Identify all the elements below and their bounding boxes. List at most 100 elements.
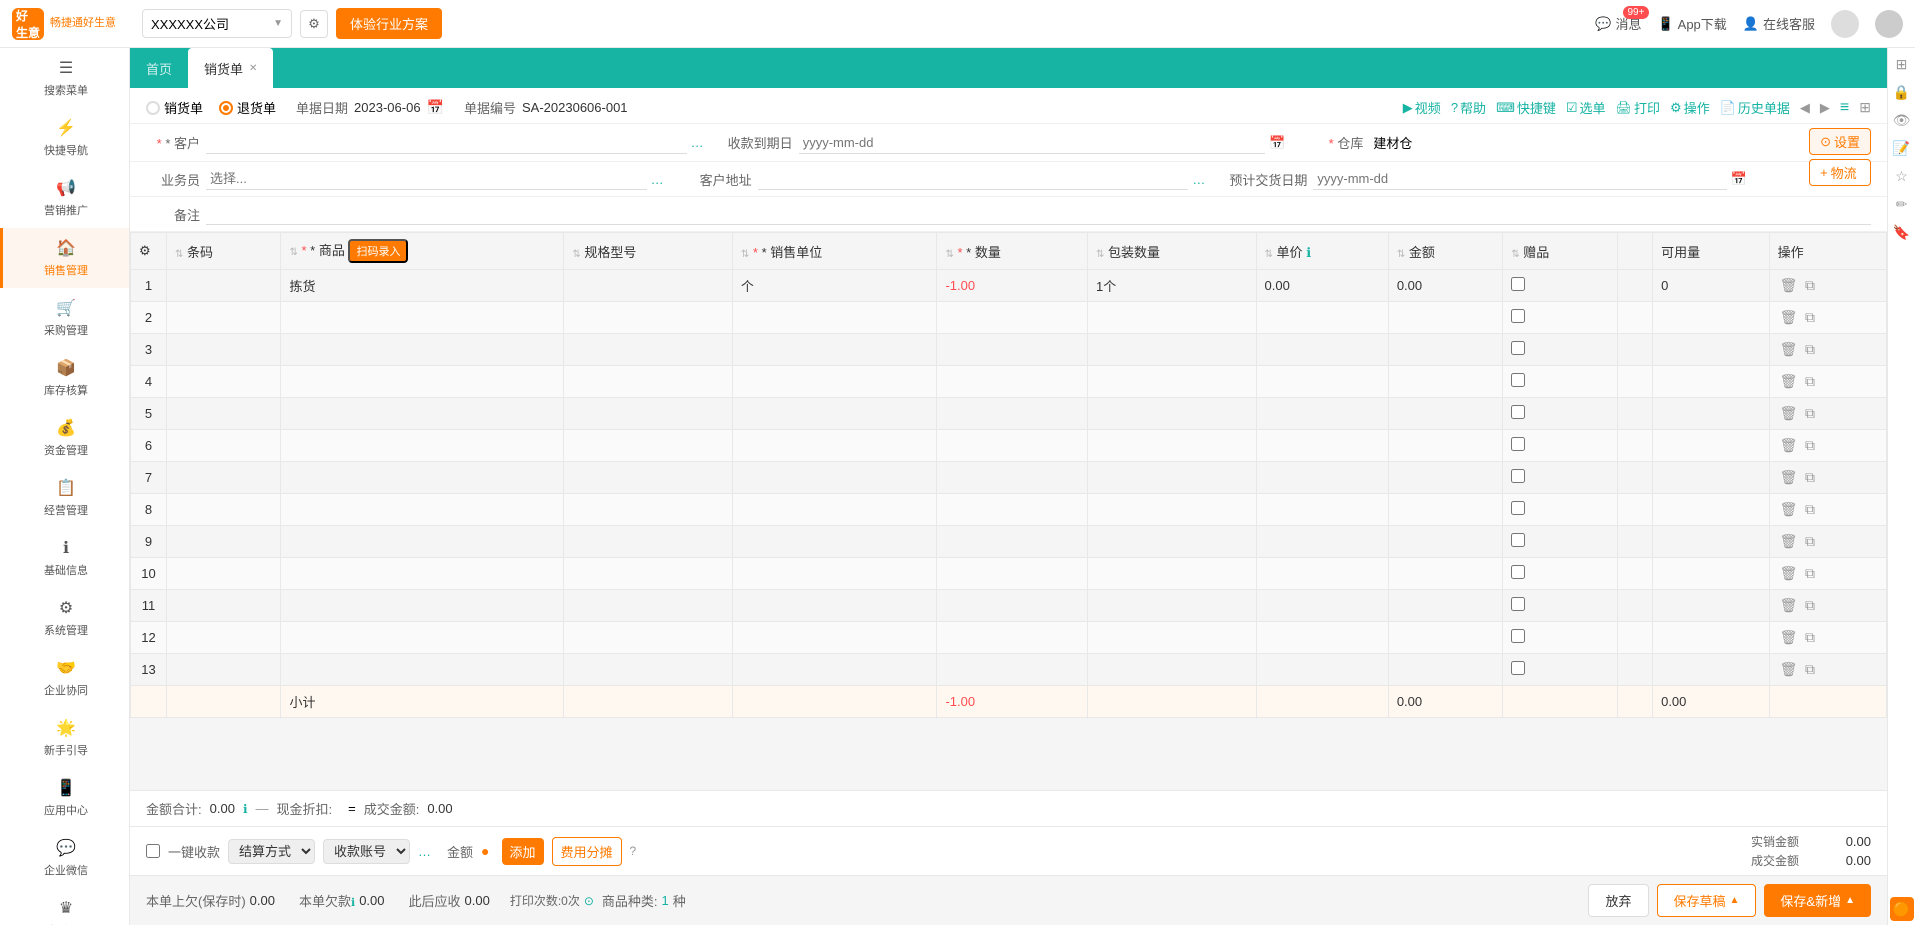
collect-date-input[interactable] (799, 132, 1265, 154)
scan-button[interactable]: 扫码录入 (348, 239, 408, 263)
qty-cell[interactable] (937, 494, 1088, 526)
copy-row-icon[interactable]: ⧉ (1803, 437, 1817, 454)
sidebar-item-sales-mgmt[interactable]: 🏠 销售管理 (0, 228, 129, 288)
qty-cell[interactable] (937, 654, 1088, 686)
addr-dots-icon[interactable]: … (1188, 172, 1209, 187)
product-cell[interactable] (281, 654, 564, 686)
copy-row-icon[interactable]: ⧉ (1803, 565, 1817, 582)
product-cell[interactable] (281, 334, 564, 366)
gift-checkbox[interactable] (1511, 533, 1525, 547)
rp-star-icon[interactable]: ☆ (1890, 164, 1914, 188)
salesperson-dots-icon[interactable]: … (647, 172, 668, 187)
gift-checkbox[interactable] (1511, 469, 1525, 483)
gift-checkbox[interactable] (1511, 629, 1525, 643)
salesperson-input[interactable] (206, 168, 647, 190)
product-cell[interactable] (281, 494, 564, 526)
delete-row-icon[interactable]: 🗑 (1778, 565, 1800, 582)
select-button[interactable]: ☑ 选单 (1566, 98, 1606, 117)
delete-row-icon[interactable]: 🗑 (1778, 661, 1800, 678)
delete-row-icon[interactable]: 🗑 (1778, 373, 1800, 390)
nav-next-icon[interactable]: ▶ (1820, 100, 1830, 116)
amount-add-icon[interactable]: ● (481, 843, 489, 859)
rp-eye-icon[interactable]: 👁 (1890, 108, 1914, 132)
product-cell[interactable]: 拣货 (281, 270, 564, 302)
qty-cell[interactable] (937, 366, 1088, 398)
app-download-button[interactable]: 📱 App下载 (1657, 14, 1726, 33)
copy-row-icon[interactable]: ⧉ (1803, 501, 1817, 518)
product-cell[interactable] (281, 430, 564, 462)
grid-view-icon[interactable]: ⊞ (1859, 99, 1871, 116)
sidebar-item-app-center[interactable]: 📱 应用中心 (0, 768, 129, 828)
sidebar-item-corp-collab[interactable]: 🤝 企业协同 (0, 648, 129, 708)
discard-button[interactable]: 放弃 (1588, 884, 1648, 917)
qty-cell[interactable] (937, 526, 1088, 558)
qty-cell[interactable] (937, 398, 1088, 430)
rp-bookmark-icon[interactable]: 🔖 (1890, 220, 1914, 244)
fee-info-icon[interactable]: ? (630, 844, 637, 858)
rp-edit-icon[interactable]: ✏ (1890, 192, 1914, 216)
delete-row-icon[interactable]: 🗑 (1778, 277, 1800, 294)
fee-split-button[interactable]: 费用分摊 (552, 837, 622, 866)
rp-orange-icon[interactable]: 🟠 (1890, 897, 1914, 921)
sidebar-item-quick-nav[interactable]: ⚡ 快捷导航 (0, 108, 129, 168)
delete-row-icon[interactable]: 🗑 (1778, 597, 1800, 614)
history-button[interactable]: 📄 历史单据 (1720, 98, 1790, 117)
avatar[interactable] (1831, 10, 1859, 38)
help-button[interactable]: ? 帮助 (1451, 98, 1486, 117)
copy-row-icon[interactable]: ⧉ (1803, 373, 1817, 390)
print-button[interactable]: 🖨 打印 (1616, 98, 1661, 117)
sidebar-item-basic-info[interactable]: ℹ 基础信息 (0, 528, 129, 588)
gift-checkbox[interactable] (1511, 405, 1525, 419)
calc-method-select[interactable]: 结算方式 (228, 839, 315, 864)
online-service-button[interactable]: 👤 在线客服 (1743, 14, 1815, 33)
customer-addr-input[interactable] (758, 168, 1189, 190)
gift-checkbox[interactable] (1511, 565, 1525, 579)
account-select[interactable]: 收款账号 (323, 839, 410, 864)
product-cell[interactable] (281, 398, 564, 430)
delete-row-icon[interactable]: 🗑 (1778, 309, 1800, 326)
product-cell[interactable] (281, 462, 564, 494)
copy-row-icon[interactable]: ⧉ (1803, 597, 1817, 614)
qty-cell[interactable] (937, 590, 1088, 622)
gift-checkbox[interactable] (1511, 341, 1525, 355)
delete-row-icon[interactable]: 🗑 (1778, 437, 1800, 454)
expected-date-cal-icon[interactable]: 📅 (1727, 171, 1751, 187)
gift-checkbox[interactable] (1511, 501, 1525, 515)
account-dots-icon[interactable]: … (418, 844, 431, 859)
gift-checkbox[interactable] (1511, 437, 1525, 451)
qty-cell[interactable] (937, 622, 1088, 654)
list-view-icon[interactable]: ≡ (1840, 99, 1849, 117)
copy-row-icon[interactable]: ⧉ (1803, 405, 1817, 422)
summary-info-icon[interactable]: ℹ (243, 802, 248, 816)
sidebar-item-newbie[interactable]: 🌟 新手引导 (0, 708, 129, 768)
copy-row-icon[interactable]: ⧉ (1803, 629, 1817, 646)
delete-row-icon[interactable]: 🗑 (1778, 533, 1800, 550)
current-due-info-icon[interactable]: ℹ (351, 897, 355, 909)
save-draft-button[interactable]: 保存草稿 ▲ (1657, 884, 1757, 917)
product-cell[interactable] (281, 590, 564, 622)
message-button[interactable]: 💬 消息 99+ (1595, 14, 1641, 33)
sidebar-item-inventory[interactable]: 📦 库存核算 (0, 348, 129, 408)
qty-cell[interactable] (937, 462, 1088, 494)
rp-note-icon[interactable]: 📝 (1890, 136, 1914, 160)
delete-row-icon[interactable]: 🗑 (1778, 469, 1800, 486)
sidebar-item-capital-mgmt[interactable]: 💰 资金管理 (0, 408, 129, 468)
product-cell[interactable] (281, 622, 564, 654)
price-info-icon[interactable]: ℹ (1306, 245, 1311, 260)
logistics-button[interactable]: + 物流 (1809, 159, 1871, 186)
product-cell[interactable] (281, 366, 564, 398)
rp-grid-icon[interactable]: ⊞ (1890, 52, 1914, 76)
tab-sales-order[interactable]: 销货单 ✕ (188, 48, 273, 88)
calendar-icon[interactable]: 📅 (427, 99, 444, 116)
gift-checkbox[interactable] (1511, 373, 1525, 387)
sidebar-item-search-order[interactable]: ☰ 搜索菜单 (0, 48, 129, 108)
product-cell[interactable] (281, 526, 564, 558)
copy-row-icon[interactable]: ⧉ (1803, 661, 1817, 678)
operate-button[interactable]: ⚙ 操作 (1670, 98, 1710, 117)
customer-dots-icon[interactable]: … (687, 135, 708, 150)
sidebar-item-ops-mgmt[interactable]: 📋 经营管理 (0, 468, 129, 528)
product-cell[interactable] (281, 302, 564, 334)
shortcut-button[interactable]: ⌨ 快捷键 (1496, 98, 1556, 117)
radio-return[interactable]: 退货单 (219, 98, 276, 117)
qty-cell[interactable] (937, 302, 1088, 334)
